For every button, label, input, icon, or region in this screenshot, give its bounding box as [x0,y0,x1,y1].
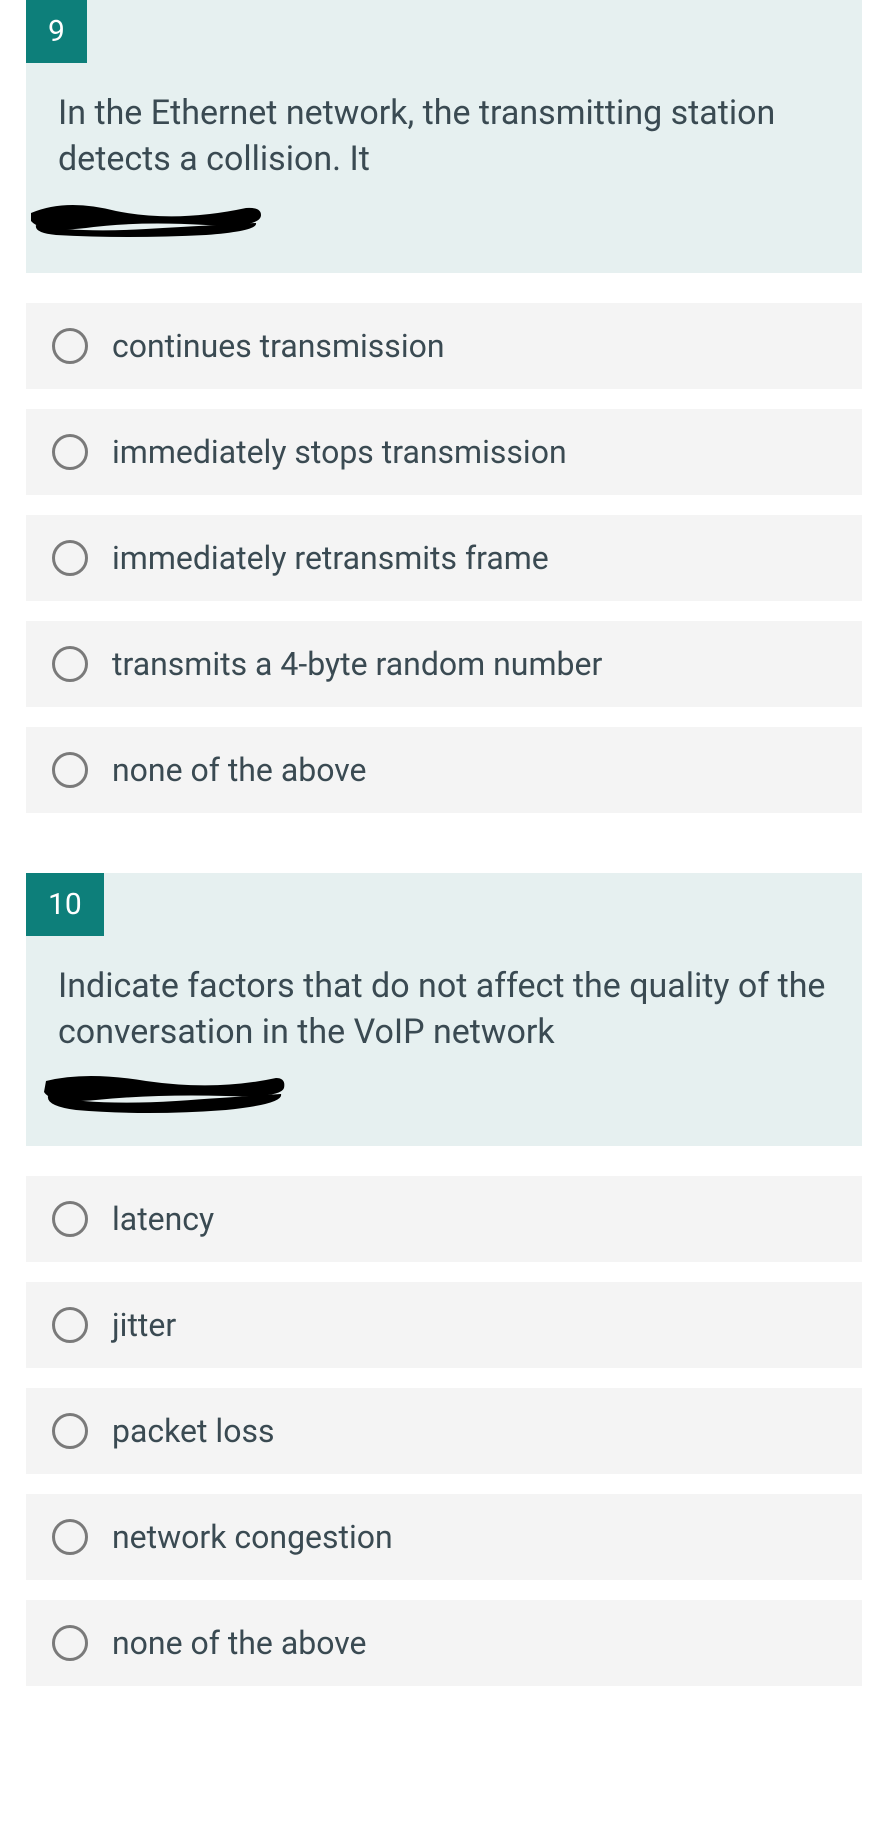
option-label: network congestion [112,1518,393,1556]
radio-icon [52,328,88,364]
option-item[interactable]: immediately stops transmission [26,409,862,495]
radio-icon [52,752,88,788]
question-number-badge: 10 [26,873,104,936]
redaction-mark [26,1066,862,1106]
question-block: 10 Indicate factors that do not affect t… [26,873,862,1686]
option-item[interactable]: none of the above [26,1600,862,1686]
option-label: immediately stops transmission [112,433,567,471]
option-item[interactable]: continues transmission [26,303,862,389]
question-header: 10 Indicate factors that do not affect t… [26,873,862,1146]
radio-icon [52,1413,88,1449]
question-number-badge: 9 [26,0,87,63]
radio-icon [52,646,88,682]
options-list: latency jitter packet loss network conge… [26,1176,862,1686]
option-label: none of the above [112,751,366,789]
radio-icon [52,1519,88,1555]
question-header: 9 In the Ethernet network, the transmitt… [26,0,862,273]
option-item[interactable]: jitter [26,1282,862,1368]
option-label: none of the above [112,1624,366,1662]
radio-icon [52,434,88,470]
option-label: latency [112,1200,214,1238]
redaction-mark [26,193,862,233]
option-item[interactable]: latency [26,1176,862,1262]
option-label: jitter [112,1306,176,1344]
option-item[interactable]: immediately retransmits frame [26,515,862,601]
option-label: transmits a 4-byte random number [112,645,602,683]
options-list: continues transmission immediately stops… [26,303,862,813]
radio-icon [52,1625,88,1661]
question-text: Indicate factors that do not affect the … [26,936,862,1056]
option-label: continues transmission [112,327,445,365]
option-label: packet loss [112,1412,274,1450]
question-block: 9 In the Ethernet network, the transmitt… [26,0,862,813]
option-label: immediately retransmits frame [112,539,549,577]
option-item[interactable]: transmits a 4-byte random number [26,621,862,707]
radio-icon [52,1307,88,1343]
question-text: In the Ethernet network, the transmittin… [26,63,862,183]
radio-icon [52,1201,88,1237]
option-item[interactable]: packet loss [26,1388,862,1474]
option-item[interactable]: none of the above [26,727,862,813]
option-item[interactable]: network congestion [26,1494,862,1580]
radio-icon [52,540,88,576]
